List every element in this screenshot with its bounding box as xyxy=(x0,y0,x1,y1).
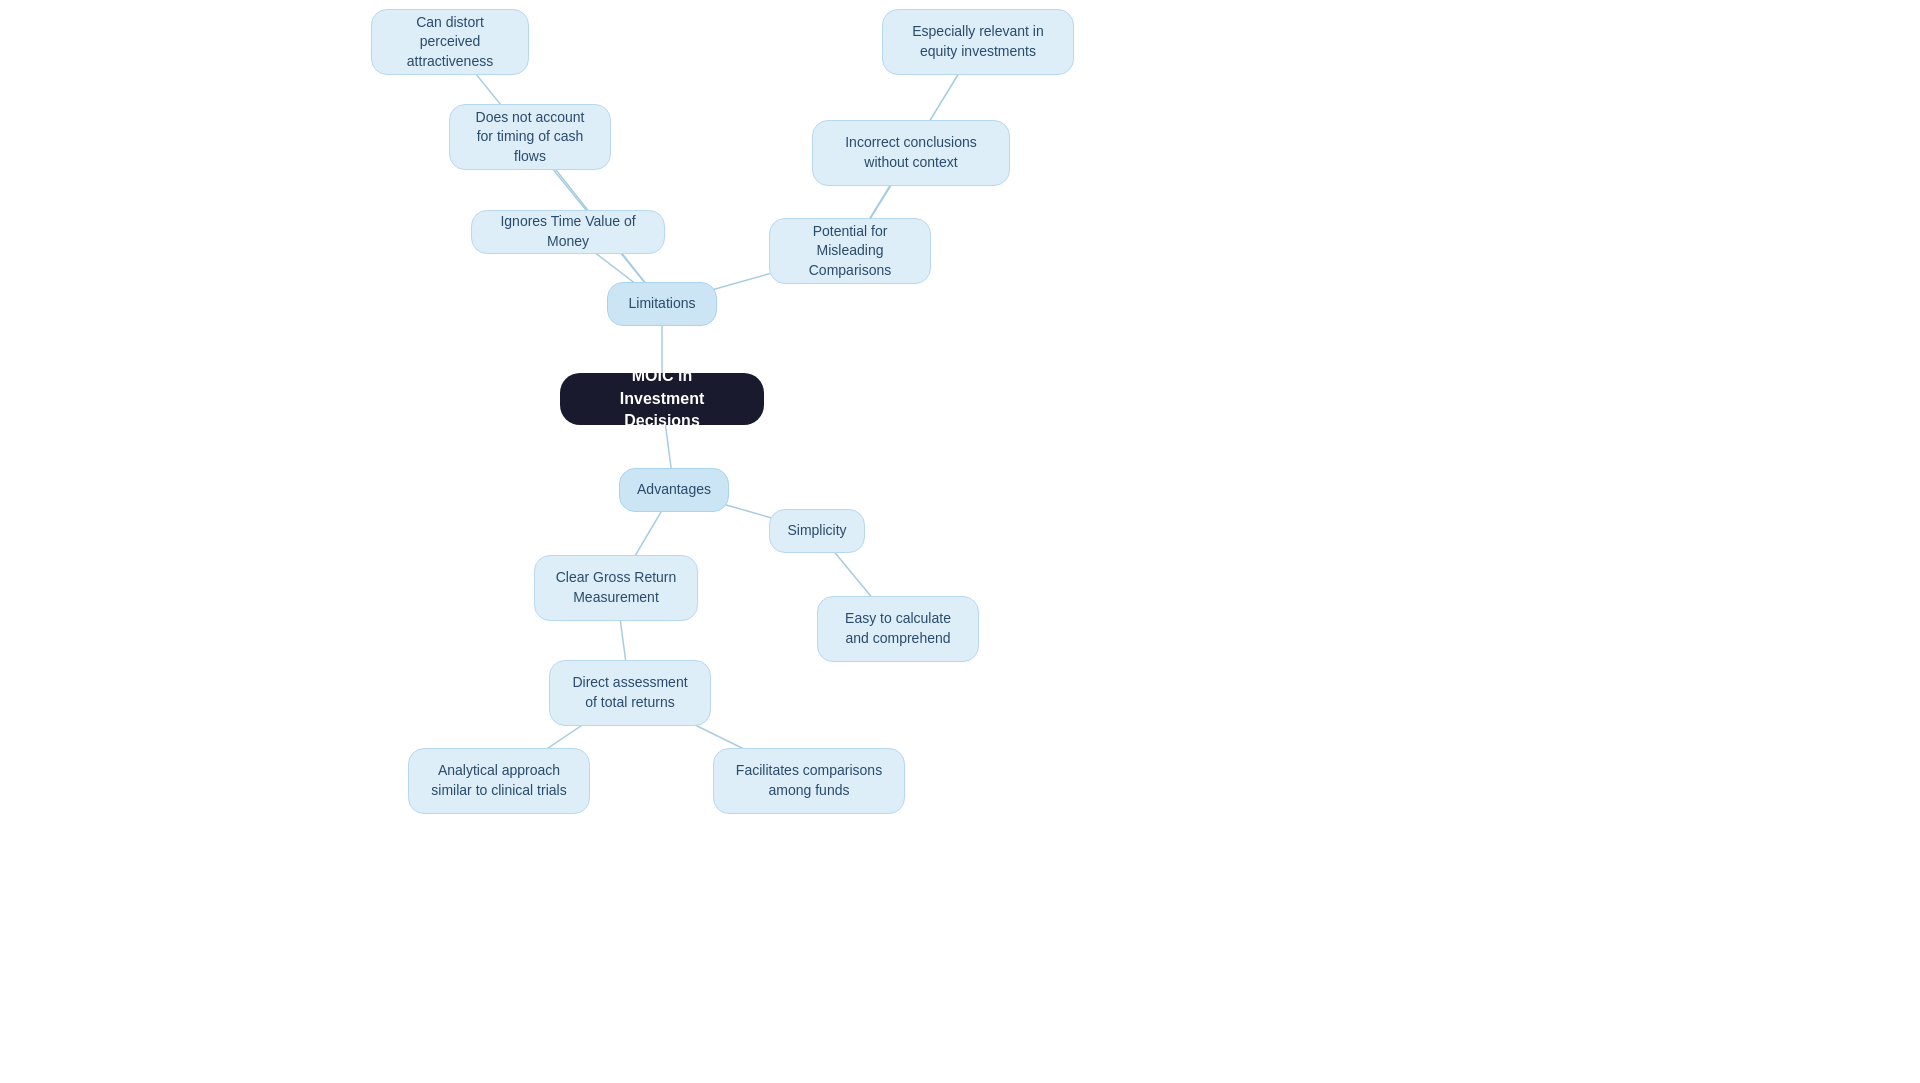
node-timing: Does not account for timing of cash flow… xyxy=(449,104,611,170)
node-misleading: Potential for Misleading Comparisons xyxy=(769,218,931,284)
node-easycalc: Easy to calculate and comprehend xyxy=(817,596,979,662)
mind-map: MOIC in Investment Decisions Limitations… xyxy=(0,0,1920,1083)
node-simplicity: Simplicity xyxy=(769,509,865,553)
node-timeval: Ignores Time Value of Money xyxy=(471,210,665,254)
center-node: MOIC in Investment Decisions xyxy=(560,373,764,425)
node-limitations: Limitations xyxy=(607,282,717,326)
node-facilitates: Facilitates comparisons among funds xyxy=(713,748,905,814)
svg-line-2 xyxy=(450,42,662,304)
node-cleargross: Clear Gross Return Measurement xyxy=(534,555,698,621)
node-analytical: Analytical approach similar to clinical … xyxy=(408,748,590,814)
node-equity: Especially relevant in equity investment… xyxy=(882,9,1074,75)
node-directassess: Direct assessment of total returns xyxy=(549,660,711,726)
node-distort: Can distort perceived attractiveness xyxy=(371,9,529,75)
node-advantages: Advantages xyxy=(619,468,729,512)
node-incorrect: Incorrect conclusions without context xyxy=(812,120,1010,186)
